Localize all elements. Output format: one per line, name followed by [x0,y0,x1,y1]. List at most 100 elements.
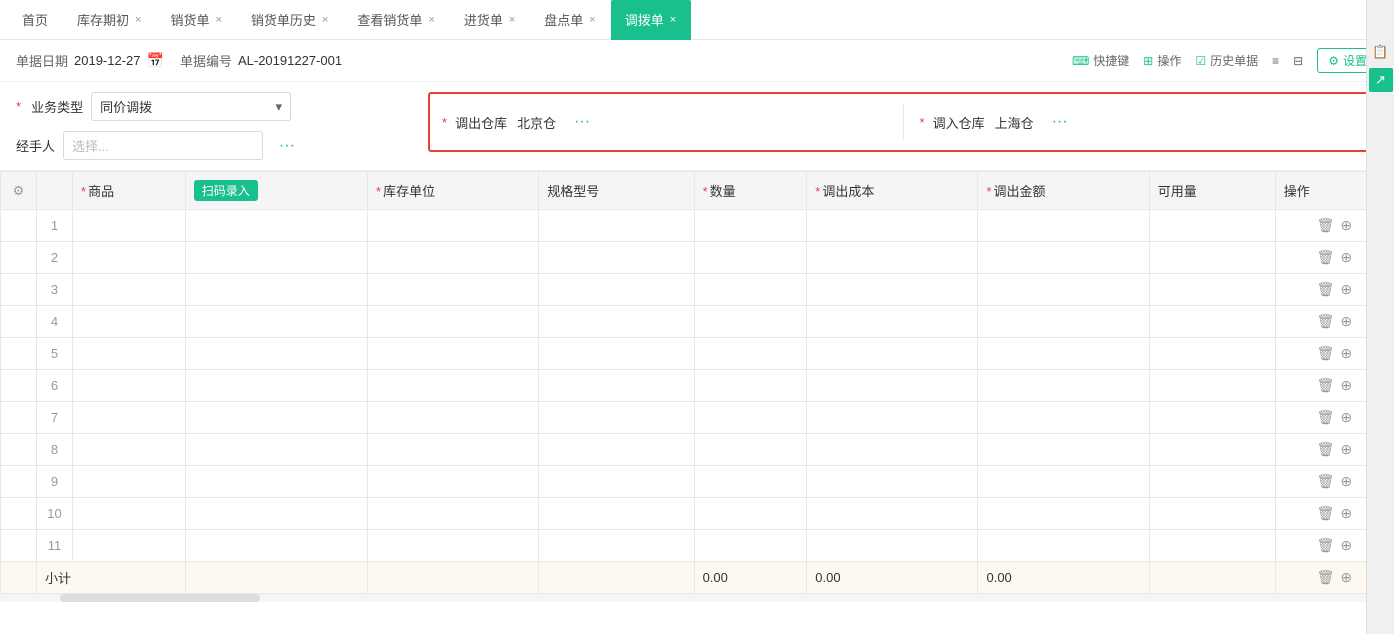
delete-icon-4[interactable]: 🗑 [1317,313,1335,330]
tab-view-sales[interactable]: 查看销货单 × [343,0,449,40]
cell-unit-4[interactable] [368,306,539,338]
cell-cost-7[interactable] [807,402,978,434]
cell-product-10[interactable] [73,498,186,530]
tab-close-sales-order[interactable]: × [215,14,221,26]
col-gear-icon[interactable]: ⚙ [13,183,25,198]
delete-icon-9[interactable]: 🗑 [1317,473,1335,490]
cell-amount-10[interactable] [978,498,1149,530]
cell-unit-7[interactable] [368,402,539,434]
cell-qty-1[interactable] [694,210,807,242]
cell-spec-3[interactable] [539,274,694,306]
cell-unit-6[interactable] [368,370,539,402]
tab-close-transfer[interactable]: × [670,14,676,26]
cell-amount-4[interactable] [978,306,1149,338]
tab-transfer[interactable]: 调拨单 × [611,0,691,40]
transfer-out-more-icon[interactable]: ··· [574,113,590,131]
cell-product-6[interactable] [73,370,186,402]
delete-icon-7[interactable]: 🗑 [1317,409,1335,426]
cell-qty-8[interactable] [694,434,807,466]
sidebar-expand-icon[interactable]: ↗ [1369,68,1393,92]
cell-qty-2[interactable] [694,242,807,274]
cell-amount-11[interactable] [978,530,1149,562]
delete-icon-5[interactable]: 🗑 [1317,345,1335,362]
delete-icon-11[interactable]: 🗑 [1317,537,1335,554]
delete-icon-6[interactable]: 🗑 [1317,377,1335,394]
cell-unit-1[interactable] [368,210,539,242]
delete-icon-8[interactable]: 🗑 [1317,441,1335,458]
copy-icon-9[interactable]: ⊕ [1340,473,1352,490]
tab-close-purchase[interactable]: × [509,14,515,26]
sidebar-doc-icon[interactable]: 📋 [1369,40,1393,64]
cell-spec-4[interactable] [539,306,694,338]
cell-cost-4[interactable] [807,306,978,338]
quick-key-button[interactable]: ⌨ 快捷键 [1072,52,1129,69]
cell-cost-11[interactable] [807,530,978,562]
cell-cost-10[interactable] [807,498,978,530]
cell-spec-10[interactable] [539,498,694,530]
delete-icon-10[interactable]: 🗑 [1317,505,1335,522]
business-type-select[interactable]: 同价调拨 ▾ [91,92,291,121]
layout-btn2[interactable]: ⊟ [1293,54,1303,68]
cell-unit-9[interactable] [368,466,539,498]
delete-icon-1[interactable]: 🗑 [1317,217,1335,234]
cell-unit-2[interactable] [368,242,539,274]
person-select[interactable]: 选择... [63,131,263,160]
tab-sales-order[interactable]: 销货单 × [156,0,236,40]
tab-inventory-count[interactable]: 盘点单 × [530,0,610,40]
tab-close-inventory-count[interactable]: × [589,14,595,26]
cell-amount-3[interactable] [978,274,1149,306]
copy-icon-3[interactable]: ⊕ [1340,281,1352,298]
cell-unit-11[interactable] [368,530,539,562]
tab-sales-history[interactable]: 销货单历史 × [237,0,343,40]
cell-product-9[interactable] [73,466,186,498]
cell-product-8[interactable] [73,434,186,466]
cell-amount-9[interactable] [978,466,1149,498]
layout-btn1[interactable]: ≡ [1272,54,1279,68]
cell-unit-5[interactable] [368,338,539,370]
cell-product-4[interactable] [73,306,186,338]
copy-icon-sub[interactable]: ⊕ [1340,569,1352,586]
cell-unit-10[interactable] [368,498,539,530]
cell-amount-8[interactable] [978,434,1149,466]
cell-amount-7[interactable] [978,402,1149,434]
cell-spec-9[interactable] [539,466,694,498]
cell-spec-1[interactable] [539,210,694,242]
cell-cost-8[interactable] [807,434,978,466]
cell-cost-1[interactable] [807,210,978,242]
cell-spec-7[interactable] [539,402,694,434]
tab-purchase[interactable]: 进货单 × [450,0,530,40]
horizontal-scrollbar[interactable] [0,594,1394,602]
delete-icon-2[interactable]: 🗑 [1317,249,1335,266]
cell-amount-2[interactable] [978,242,1149,274]
copy-icon-2[interactable]: ⊕ [1340,249,1352,266]
tab-home[interactable]: 首页 [8,0,63,40]
copy-icon-5[interactable]: ⊕ [1340,345,1352,362]
copy-icon-1[interactable]: ⊕ [1340,217,1352,234]
cell-qty-10[interactable] [694,498,807,530]
calendar-icon[interactable]: 📅 [147,52,164,69]
cell-amount-1[interactable] [978,210,1149,242]
tab-close-view-sales[interactable]: × [428,14,434,26]
cell-qty-11[interactable] [694,530,807,562]
delete-icon-3[interactable]: 🗑 [1317,281,1335,298]
cell-spec-2[interactable] [539,242,694,274]
cell-product-5[interactable] [73,338,186,370]
cell-cost-3[interactable] [807,274,978,306]
tab-close-sales-history[interactable]: × [322,14,328,26]
cell-qty-3[interactable] [694,274,807,306]
copy-icon-10[interactable]: ⊕ [1340,505,1352,522]
cell-spec-6[interactable] [539,370,694,402]
cell-amount-5[interactable] [978,338,1149,370]
cell-cost-2[interactable] [807,242,978,274]
tab-inventory-init[interactable]: 库存期初 × [63,0,156,40]
operations-button[interactable]: ⊞ 操作 [1143,52,1181,69]
copy-icon-7[interactable]: ⊕ [1340,409,1352,426]
cell-product-1[interactable] [73,210,186,242]
tab-close-inventory-init[interactable]: × [135,14,141,26]
cell-qty-4[interactable] [694,306,807,338]
person-more-icon[interactable]: ··· [279,137,295,155]
cell-spec-8[interactable] [539,434,694,466]
cell-product-2[interactable] [73,242,186,274]
transfer-in-more-icon[interactable]: ··· [1052,113,1068,131]
cell-cost-6[interactable] [807,370,978,402]
